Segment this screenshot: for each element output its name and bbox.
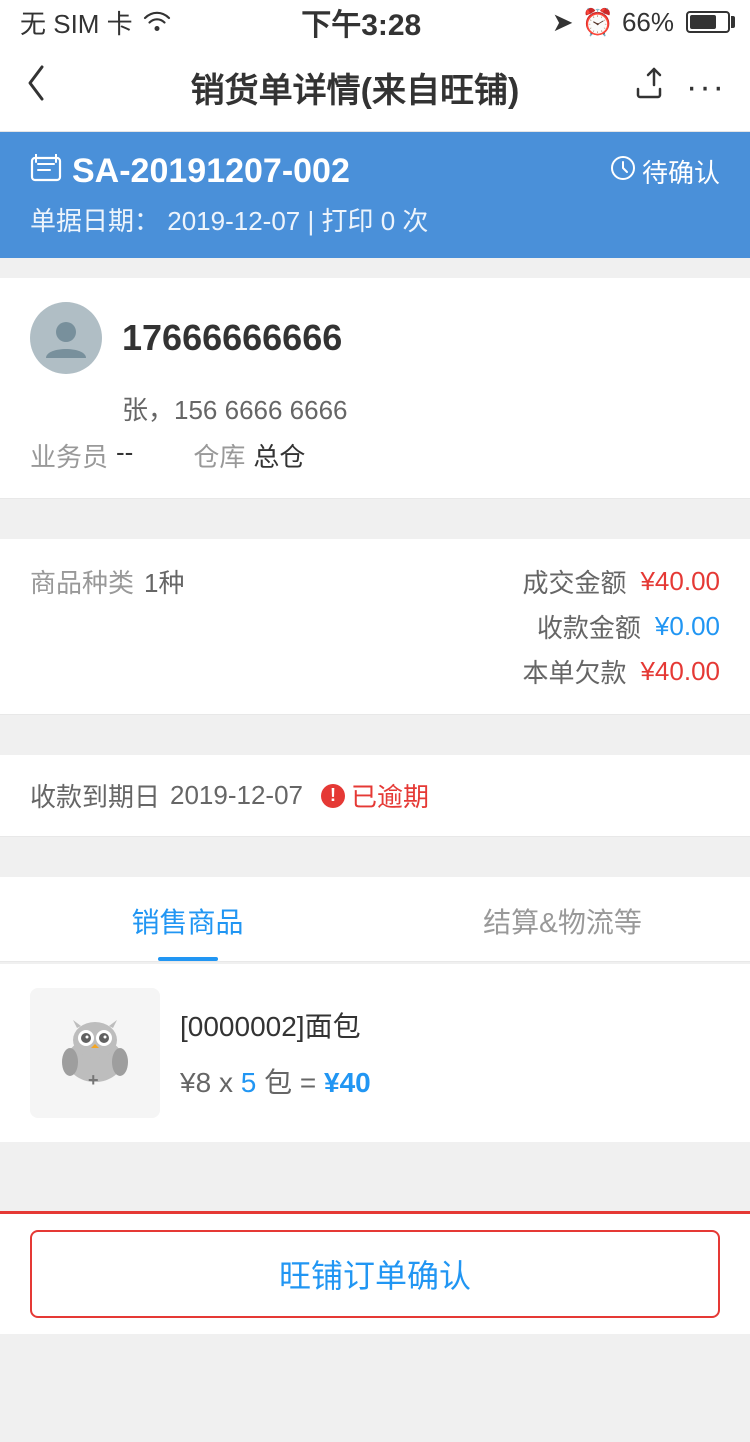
more-icon[interactable]: ··· (686, 68, 726, 107)
avatar (30, 302, 102, 374)
order-icon (30, 152, 62, 191)
status-time: 下午3:28 (301, 0, 421, 44)
stats-left: 商品种类 1种 (30, 563, 522, 608)
owed-value: ¥40.00 (640, 656, 720, 687)
order-date: 单据日期： 2019-12-07 | 打印 0 次 (30, 201, 720, 238)
overdue-badge: ! 已逾期 (321, 777, 429, 814)
received-item: 收款金额 ¥0.00 (537, 608, 720, 645)
product-section: + [0000002]面包 ¥8 x 5 包 = ¥40 (0, 964, 750, 1142)
stats-right: 成交金额 ¥40.00 收款金额 ¥0.00 本单欠款 ¥40.00 (522, 563, 720, 690)
battery-percent: 66% (622, 7, 674, 38)
carrier-label: 无 SIM 卡 (20, 4, 133, 41)
status-right: ➤ ⏰ 66% (552, 7, 730, 38)
separator-1 (0, 499, 750, 519)
battery-fill (690, 15, 716, 29)
tab-sales[interactable]: 销售商品 (0, 877, 375, 961)
confirm-button[interactable]: 旺铺订单确认 (30, 1230, 720, 1318)
status-bar: 无 SIM 卡 下午3:28 ➤ ⏰ 66% (0, 0, 750, 44)
product-type-item: 商品种类 1种 (30, 563, 522, 600)
nav-bar: 销货单详情(来自旺铺) ··· (0, 44, 750, 132)
tabs-container: 销售商品 结算&物流等 (0, 877, 750, 962)
header-card: SA-20191207-002 待确认 单据日期： 2019-12-07 | 打… (0, 132, 750, 258)
wifi-icon (143, 7, 171, 38)
customer-name: 张，156 6666 6666 (122, 390, 720, 427)
amount-item: 成交金额 ¥40.00 (522, 563, 720, 600)
order-id: SA-20191207-002 (30, 152, 350, 191)
received-value: ¥0.00 (655, 611, 720, 642)
product-item: + [0000002]面包 ¥8 x 5 包 = ¥40 (0, 964, 750, 1142)
location-icon: ➤ (552, 7, 574, 38)
overdue-icon: ! (321, 784, 345, 808)
share-icon[interactable] (632, 67, 666, 109)
product-name: [0000002]面包 (180, 1005, 720, 1045)
bottom-bar: 旺铺订单确认 (0, 1211, 750, 1334)
customer-card: 17666666666 张，156 6666 6666 业务员 -- 仓库 总仓 (0, 278, 750, 499)
status-label: 待确认 (642, 153, 720, 190)
customer-phone: 17666666666 (122, 317, 342, 359)
product-price: ¥8 x 5 包 = ¥40 (180, 1061, 720, 1101)
nav-actions: ··· (626, 67, 726, 109)
due-date-card: 收款到期日 2019-12-07 ! 已逾期 (0, 755, 750, 837)
product-qty: 5 (241, 1067, 257, 1098)
order-status: 待确认 (610, 153, 720, 190)
page-title: 销货单详情(来自旺铺) (84, 63, 626, 112)
customer-row: 17666666666 (30, 302, 720, 374)
amount-value: ¥40.00 (640, 566, 720, 597)
separator-3 (0, 837, 750, 857)
product-thumbnail: + (30, 988, 160, 1118)
alarm-icon: ⏰ (582, 7, 614, 38)
stats-card: 商品种类 1种 成交金额 ¥40.00 收款金额 ¥0.00 本单欠款 ¥40.… (0, 539, 750, 715)
overdue-label: 已逾期 (351, 777, 429, 814)
separator-2 (0, 715, 750, 735)
customer-meta: 业务员 -- 仓库 总仓 (30, 437, 720, 474)
tab-settlement[interactable]: 结算&物流等 (375, 877, 750, 961)
salesperson-item: 业务员 -- (30, 437, 133, 474)
warehouse-item: 仓库 总仓 (193, 437, 305, 474)
product-total: ¥40 (324, 1067, 371, 1098)
due-date-label: 收款到期日 (30, 777, 160, 814)
back-button[interactable] (24, 63, 84, 112)
owed-item: 本单欠款 ¥40.00 (522, 653, 720, 690)
clock-icon (610, 155, 636, 188)
due-date-value: 2019-12-07 (170, 780, 303, 811)
product-info: [0000002]面包 ¥8 x 5 包 = ¥40 (180, 1005, 720, 1101)
status-left: 无 SIM 卡 (20, 4, 171, 41)
battery-icon (686, 11, 730, 33)
svg-text:+: + (88, 1070, 99, 1088)
